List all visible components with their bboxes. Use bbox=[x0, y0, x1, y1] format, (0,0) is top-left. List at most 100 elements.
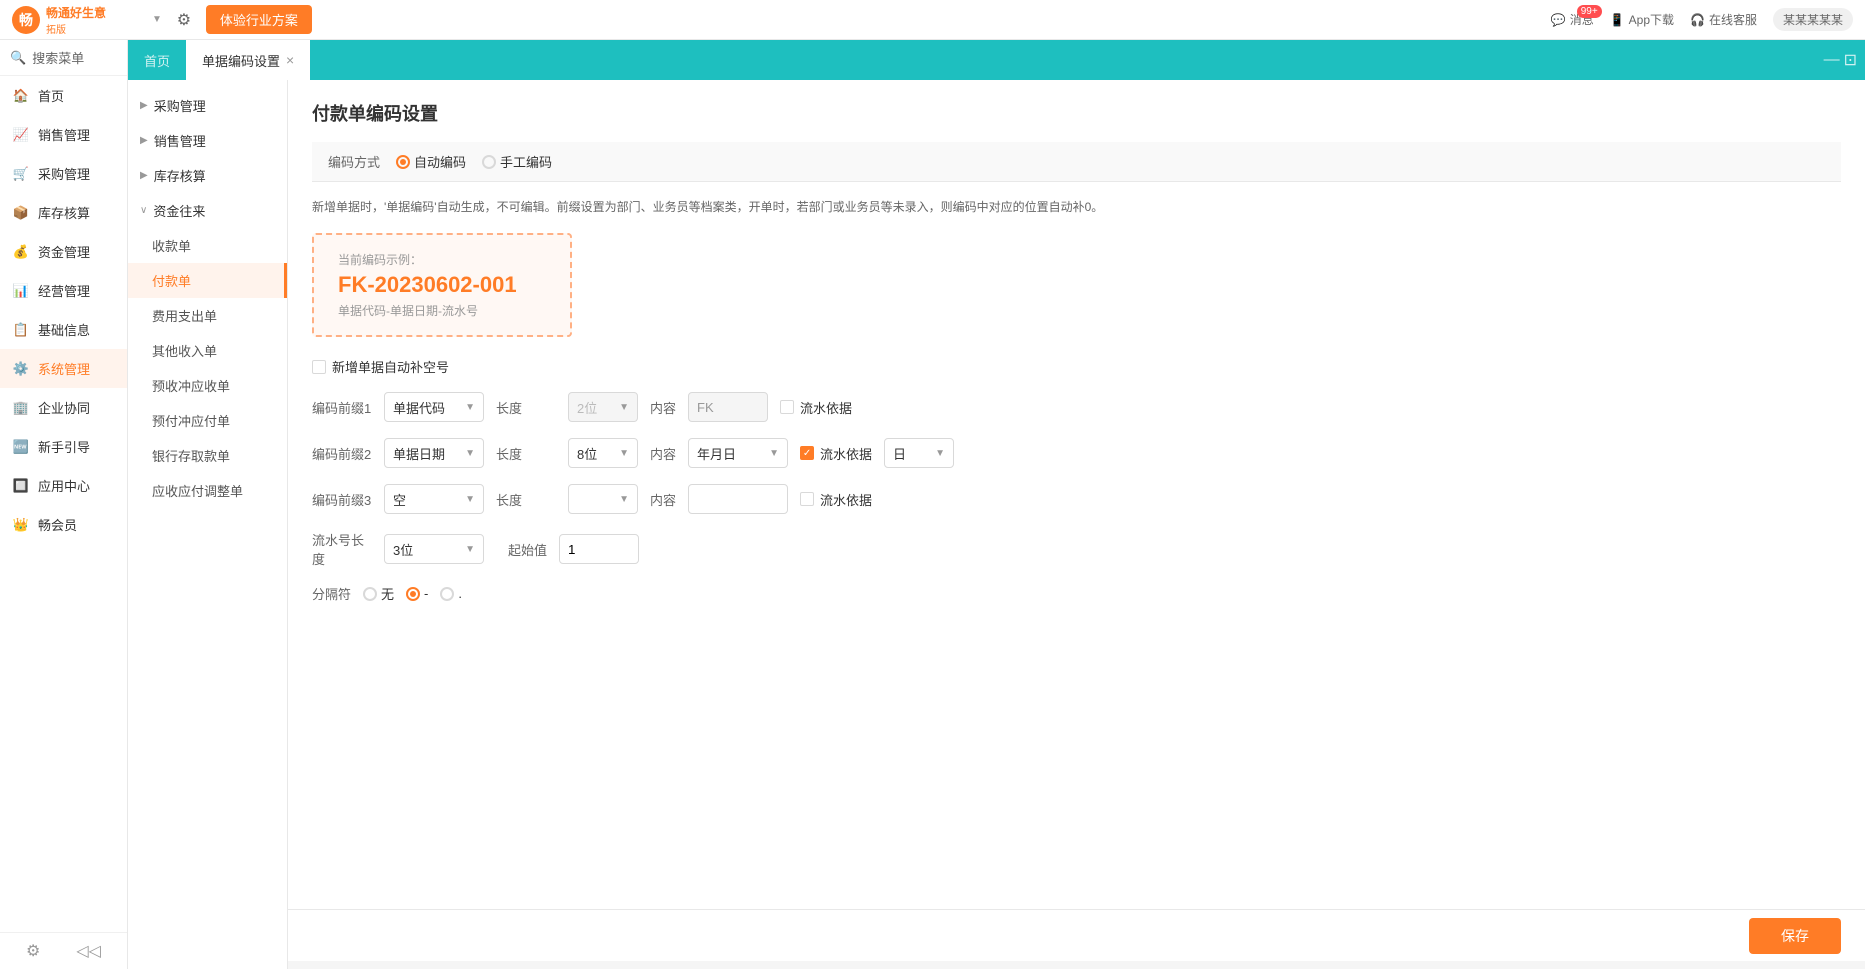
sidebar-bottom: ⚙ ◁◁ bbox=[0, 932, 127, 969]
content3-input[interactable] bbox=[688, 484, 788, 514]
topbar: 畅 畅通好生意 拓版 ▼ ⚙ 体验行业方案 💬 消息 99+ 📱 App下载 🎧… bbox=[0, 0, 1865, 40]
app-download-btn[interactable]: 📱 App下载 bbox=[1610, 11, 1674, 28]
stream3-checkbox-row[interactable]: 流水依据 bbox=[800, 490, 872, 509]
main-layout: 🔍 搜索菜单 🏠 首页 📈 销售管理 🛒 采购管理 📦 库存核算 💰 资金管理 … bbox=[0, 40, 1865, 969]
bottom-bar: 保存 bbox=[288, 909, 1865, 961]
sep-dash-circle bbox=[406, 587, 420, 601]
prefix3-select[interactable]: 空 ▼ bbox=[384, 484, 484, 514]
content2-label: 内容 bbox=[650, 444, 676, 463]
expand-icon: ∨ bbox=[140, 205, 147, 216]
sub-item-prepay-pay[interactable]: 预付冲应付单 bbox=[128, 403, 287, 438]
content1-input[interactable]: FK bbox=[688, 392, 768, 422]
tab-close-icon[interactable]: × bbox=[286, 52, 294, 68]
content1-label: 内容 bbox=[650, 398, 676, 417]
message-btn[interactable]: 💬 消息 99+ bbox=[1551, 11, 1594, 28]
content2-select[interactable]: 年月日 ▼ bbox=[688, 438, 788, 468]
sep-dash-radio[interactable]: - bbox=[406, 586, 428, 601]
group-purchase: ▶ 采购管理 bbox=[128, 88, 287, 123]
prefix2-select[interactable]: 单据日期 ▼ bbox=[384, 438, 484, 468]
sub-item-expense[interactable]: 费用支出单 bbox=[128, 298, 287, 333]
workspace-dropdown[interactable]: ▼ bbox=[148, 14, 162, 25]
group-sales-title[interactable]: ▶ 销售管理 bbox=[128, 123, 287, 158]
sub-item-other-income[interactable]: 其他收入单 bbox=[128, 333, 287, 368]
apps-icon: 🔲 bbox=[12, 477, 30, 495]
sub-sidebar: ▶ 采购管理 ▶ 销售管理 ▶ 库存核算 bbox=[128, 80, 288, 969]
guide-icon: 🆕 bbox=[12, 438, 30, 456]
tab-minimize-btn[interactable]: — bbox=[1824, 51, 1840, 69]
sub-item-receivable-adjust[interactable]: 应收应付调整单 bbox=[128, 473, 287, 508]
sidebar-item-apps[interactable]: 🔲 应用中心 bbox=[0, 466, 127, 505]
sub-item-payment[interactable]: 付款单 bbox=[128, 263, 287, 298]
tab-maximize-btn[interactable]: ⊡ bbox=[1844, 50, 1857, 70]
stream1-checkbox-row[interactable]: 流水依据 bbox=[780, 398, 852, 417]
prefix1-label: 编码前缀1 bbox=[312, 398, 372, 417]
sidebar-item-inventory[interactable]: 📦 库存核算 bbox=[0, 193, 127, 232]
sidebar-item-company[interactable]: 🏢 企业协同 bbox=[0, 388, 127, 427]
sidebar-item-purchase[interactable]: 🛒 采购管理 bbox=[0, 154, 127, 193]
stream2-checkbox[interactable]: ✓ bbox=[800, 446, 814, 460]
online-service-btn[interactable]: 🎧 在线客服 bbox=[1690, 11, 1757, 28]
stream2-checkbox-row[interactable]: ✓ 流水依据 bbox=[800, 444, 872, 463]
prefix1-select[interactable]: 单据代码 ▼ bbox=[384, 392, 484, 422]
sidebar-item-sales[interactable]: 📈 销售管理 bbox=[0, 115, 127, 154]
auto-encode-radio[interactable]: 自动编码 bbox=[396, 152, 466, 171]
tab-encoding[interactable]: 单据编码设置 × bbox=[186, 40, 310, 80]
headset-icon: 🎧 bbox=[1690, 13, 1705, 27]
sep-dot-radio[interactable]: . bbox=[440, 586, 462, 601]
expand-icon: ▶ bbox=[140, 135, 148, 146]
sub-item-bank-deposit[interactable]: 银行存取款单 bbox=[128, 438, 287, 473]
logo-icon: 畅 bbox=[12, 6, 40, 34]
inventory-icon: 📦 bbox=[12, 204, 30, 222]
settings-icon[interactable]: ⚙ bbox=[170, 6, 198, 34]
sidebar: 🔍 搜索菜单 🏠 首页 📈 销售管理 🛒 采购管理 📦 库存核算 💰 资金管理 … bbox=[0, 40, 128, 969]
preview-box: 当前编码示例： FK-20230602-001 单据代码-单据日期-流水号 bbox=[312, 233, 572, 337]
trial-btn[interactable]: 体验行业方案 bbox=[206, 5, 312, 34]
sidebar-item-basic[interactable]: 📋 基础信息 bbox=[0, 310, 127, 349]
length3-label: 长度 bbox=[496, 490, 556, 509]
auto-fill-checkbox-row[interactable]: 新增单据自动补空号 bbox=[312, 357, 1841, 376]
sidebar-item-member[interactable]: 👑 畅会员 bbox=[0, 505, 127, 544]
topbar-right: 💬 消息 99+ 📱 App下载 🎧 在线客服 某某某某某 bbox=[1551, 8, 1853, 31]
start-value-input[interactable] bbox=[559, 534, 639, 564]
basic-icon: 📋 bbox=[12, 321, 30, 339]
logo: 畅 畅通好生意 拓版 bbox=[12, 4, 140, 36]
group-inventory-title[interactable]: ▶ 库存核算 bbox=[128, 158, 287, 193]
sub-item-receipt[interactable]: 收款单 bbox=[128, 228, 287, 263]
tab-home[interactable]: 首页 bbox=[128, 40, 186, 80]
member-icon: 👑 bbox=[12, 516, 30, 534]
auto-fill-checkbox[interactable] bbox=[312, 360, 326, 374]
sep-none-radio[interactable]: 无 bbox=[363, 584, 394, 603]
sidebar-item-guide[interactable]: 🆕 新手引导 bbox=[0, 427, 127, 466]
stream2-period-select[interactable]: 日 ▼ bbox=[884, 438, 954, 468]
settings-bottom-icon[interactable]: ⚙ bbox=[26, 941, 40, 961]
stream-length-select[interactable]: 3位 ▼ bbox=[384, 534, 484, 564]
group-finance-title[interactable]: ∨ 资金往来 bbox=[128, 193, 287, 228]
length3-select[interactable]: ▼ bbox=[568, 484, 638, 514]
group-purchase-title[interactable]: ▶ 采购管理 bbox=[128, 88, 287, 123]
home-icon: 🏠 bbox=[12, 87, 30, 105]
sidebar-item-home[interactable]: 🏠 首页 bbox=[0, 76, 127, 115]
length2-select[interactable]: 8位 ▼ bbox=[568, 438, 638, 468]
manual-encode-radio[interactable]: 手工编码 bbox=[482, 152, 552, 171]
auto-radio-circle bbox=[396, 155, 410, 169]
save-button[interactable]: 保存 bbox=[1749, 918, 1841, 954]
collapse-icon[interactable]: ◁◁ bbox=[76, 941, 101, 961]
sidebar-item-operations[interactable]: 📊 经营管理 bbox=[0, 271, 127, 310]
preview-label: 当前编码示例： bbox=[338, 251, 546, 268]
page-title: 付款单编码设置 bbox=[312, 100, 1841, 126]
chevron-down-icon: ▼ bbox=[465, 544, 475, 555]
chevron-down-icon: ▼ bbox=[152, 14, 162, 25]
stream2-label: 流水依据 bbox=[820, 444, 872, 463]
search-menu[interactable]: 🔍 搜索菜单 bbox=[0, 40, 127, 76]
prefix2-row: 编码前缀2 单据日期 ▼ 长度 8位 ▼ 内容 年月日 bbox=[312, 438, 1841, 468]
sidebar-item-system[interactable]: ⚙️ 系统管理 bbox=[0, 349, 127, 388]
stream3-checkbox[interactable] bbox=[800, 492, 814, 506]
sub-item-prepay-receive[interactable]: 预收冲应收单 bbox=[128, 368, 287, 403]
user-profile[interactable]: 某某某某某 bbox=[1773, 8, 1853, 31]
stream-length-label: 流水号长度 bbox=[312, 530, 372, 568]
group-inventory: ▶ 库存核算 bbox=[128, 158, 287, 193]
length1-select[interactable]: 2位 ▼ bbox=[568, 392, 638, 422]
sidebar-item-finance[interactable]: 💰 资金管理 bbox=[0, 232, 127, 271]
stream1-checkbox[interactable] bbox=[780, 400, 794, 414]
search-icon: 🔍 bbox=[10, 50, 26, 66]
